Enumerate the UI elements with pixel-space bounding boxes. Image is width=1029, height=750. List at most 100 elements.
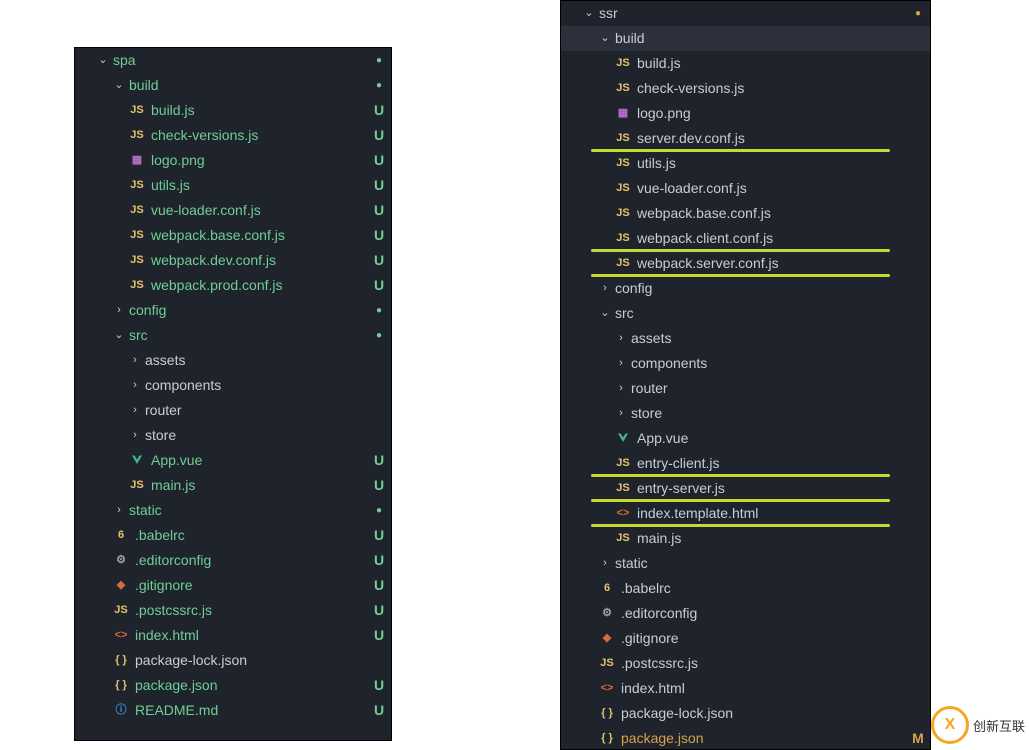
tree-item-label: utils.js [151,173,367,198]
tree-file[interactable]: App.vue [561,426,930,451]
tree-item-label: static [129,498,367,523]
tree-folder[interactable]: ›components [75,373,391,398]
tree-file[interactable]: JSutils.jsU [75,173,391,198]
tree-file[interactable]: { }package-lock.json [75,648,391,673]
tree-file[interactable]: JS.postcssrc.js [561,651,930,676]
chevron-right-icon: › [599,551,611,576]
tree-file[interactable]: JSwebpack.base.conf.jsU [75,223,391,248]
tree-file[interactable]: ⓘREADME.mdU [75,698,391,723]
tree-file[interactable]: ▦logo.png [561,101,930,126]
tree-item-label: .babelrc [135,523,367,548]
tree-file[interactable]: JSmain.js [561,526,930,551]
tree-file[interactable]: ⚙.editorconfig [561,601,930,626]
tree-root-spa[interactable]: ⌄ spa ● [75,48,391,73]
tree-folder[interactable]: ›assets [75,348,391,373]
tree-item-label: build.js [637,51,906,76]
tree-folder[interactable]: ›store [75,423,391,448]
tree-folder[interactable]: ⌄src● [75,323,391,348]
tree-folder[interactable]: ⌄build [561,26,930,51]
tree-folder[interactable]: ›components [561,351,930,376]
js-icon: JS [129,98,145,123]
tree-item-label: webpack.dev.conf.js [151,248,367,273]
watermark: X 创新互联 [931,706,1025,744]
tree-file[interactable]: JScheck-versions.js [561,76,930,101]
tree-file[interactable]: JSvue-loader.conf.jsU [75,198,391,223]
tree-file[interactable]: App.vueU [75,448,391,473]
js-icon: JS [615,76,631,101]
tree-file[interactable]: JSwebpack.dev.conf.jsU [75,248,391,273]
tree-file[interactable]: JSutils.js [561,151,930,176]
tree-file[interactable]: JSbuild.jsU [75,98,391,123]
git-status-untracked: U [367,198,391,223]
tree-folder[interactable]: ›config [561,276,930,301]
tree-file[interactable]: JS.postcssrc.jsU [75,598,391,623]
git-status-untracked: U [367,473,391,498]
tree-file[interactable]: JSwebpack.prod.conf.jsU [75,273,391,298]
js-icon: JS [615,476,631,501]
tree-file[interactable]: 6.babelrcU [75,523,391,548]
git-status-untracked: U [367,598,391,623]
chevron-down-icon: ⌄ [599,26,611,51]
tree-folder[interactable]: ›router [75,398,391,423]
tree-file[interactable]: JSwebpack.base.conf.js [561,201,930,226]
chevron-right-icon: › [129,423,141,448]
js-icon: JS [129,473,145,498]
tree-file[interactable]: JSwebpack.client.conf.js [561,226,930,251]
json-icon: { } [599,726,615,750]
file-explorer-right: ⌄ ssr ● ⌄buildJSbuild.jsJScheck-versions… [560,0,931,750]
tree-folder[interactable]: ›router [561,376,930,401]
js-icon: JS [129,273,145,298]
tree-folder[interactable]: ›static● [75,498,391,523]
tree-folder[interactable]: ›assets [561,326,930,351]
tree-file[interactable]: JSvue-loader.conf.js [561,176,930,201]
tree-item-label: build [615,26,906,51]
tree-item-label: entry-server.js [637,476,906,501]
git-status-untracked: U [367,623,391,648]
tree-item-label: logo.png [151,148,367,173]
git-status-untracked: U [367,248,391,273]
tree-file[interactable]: JSbuild.js [561,51,930,76]
tree-file[interactable]: { }package.jsonU [75,673,391,698]
tree-item-label: vue-loader.conf.js [637,176,906,201]
tree-file[interactable]: 6.babelrc [561,576,930,601]
git-status-untracked: U [367,523,391,548]
tree-file[interactable]: ⚙.editorconfigU [75,548,391,573]
tree-folder[interactable]: ›static [561,551,930,576]
tree-items-left: ⌄build●JSbuild.jsUJScheck-versions.jsU▦l… [75,73,391,723]
tree-folder[interactable]: ›store [561,401,930,426]
tree-file[interactable]: JSentry-server.js [561,476,930,501]
tree-item-label: index.html [135,623,367,648]
tree-file[interactable]: ◆.gitignoreU [75,573,391,598]
tree-folder[interactable]: ⌄src [561,301,930,326]
git-icon: ◆ [113,573,129,598]
git-status-untracked: U [367,573,391,598]
tree-file[interactable]: <>index.html [561,676,930,701]
tree-file[interactable]: ◆.gitignore [561,626,930,651]
tree-file[interactable]: JScheck-versions.jsU [75,123,391,148]
tree-item-label: .babelrc [621,576,906,601]
tree-item-label: build.js [151,98,367,123]
chevron-right-icon: › [113,298,125,323]
tree-item-label: webpack.prod.conf.js [151,273,367,298]
tree-file[interactable]: JSentry-client.js [561,451,930,476]
tree-file[interactable]: { }package-lock.json [561,701,930,726]
tree-item-label: router [631,376,906,401]
tree-file[interactable]: <>index.template.html [561,501,930,526]
tree-file[interactable]: JSmain.jsU [75,473,391,498]
tree-file[interactable]: JSserver.dev.conf.js [561,126,930,151]
tree-folder[interactable]: ›config● [75,298,391,323]
tree-file[interactable]: JSwebpack.server.conf.js [561,251,930,276]
vue-icon [615,426,631,451]
status-dot-icon: ● [367,48,391,73]
tree-item-label: .postcssrc.js [135,598,367,623]
tree-file[interactable]: <>index.htmlU [75,623,391,648]
tree-root-ssr[interactable]: ⌄ ssr ● [561,1,930,26]
tree-folder[interactable]: ⌄build● [75,73,391,98]
tree-item-label: package.json [621,726,906,750]
tree-file[interactable]: { }package.jsonM [561,726,930,750]
tree-item-label: store [631,401,906,426]
tree-item-label: .editorconfig [621,601,906,626]
json-icon: { } [599,701,615,726]
tree-file[interactable]: ▦logo.pngU [75,148,391,173]
json-icon: { } [113,648,129,673]
